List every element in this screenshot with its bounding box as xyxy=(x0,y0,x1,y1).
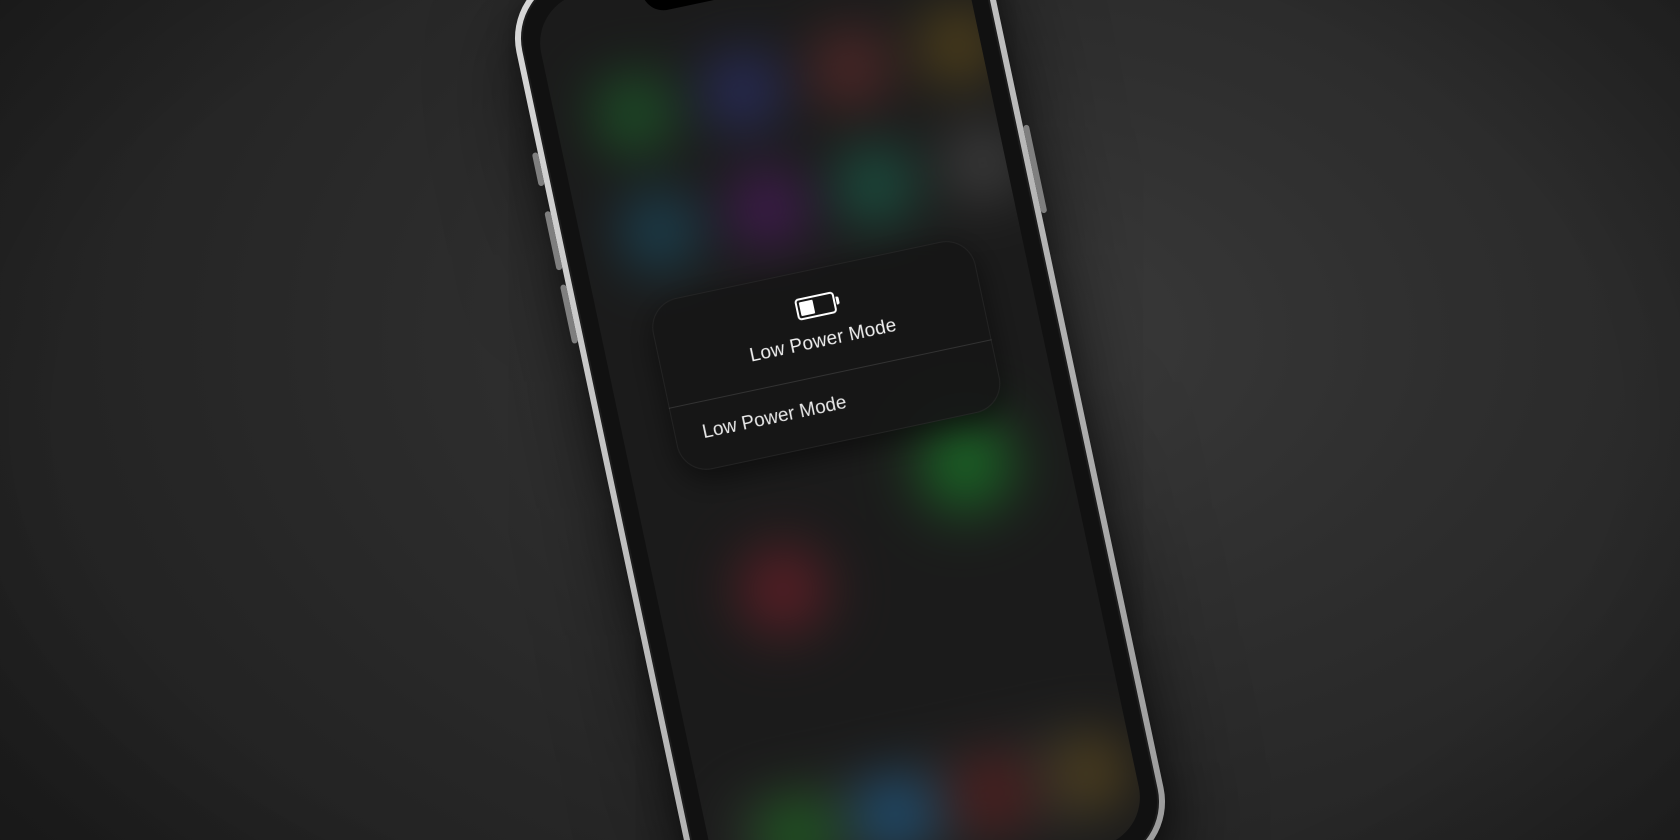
scene-background: Low Power Mode Low Power Mode xyxy=(0,0,1680,840)
battery-fill xyxy=(799,300,816,317)
battery-icon xyxy=(794,291,838,321)
